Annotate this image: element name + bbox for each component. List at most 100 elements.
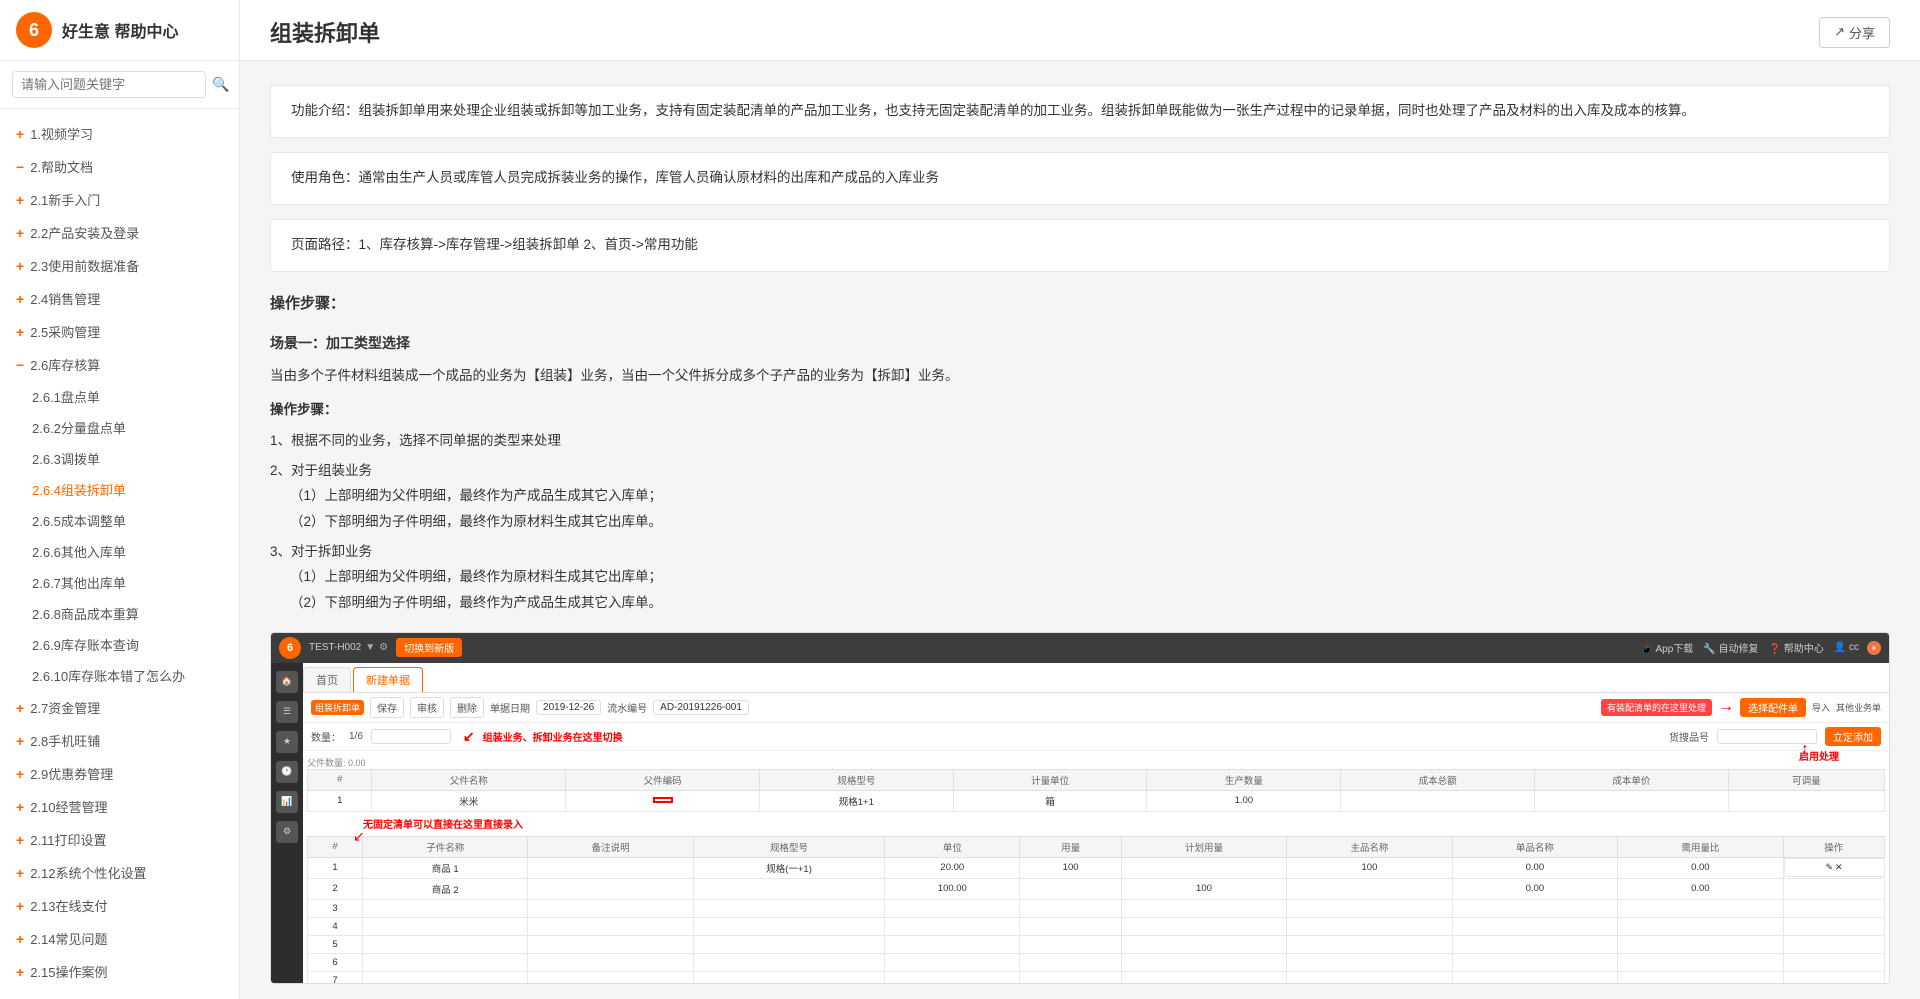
sidebar-item-pay[interactable]: +2.13在线支付 (0, 889, 239, 922)
sidebar-item-videos[interactable]: +1.视频学习 (0, 117, 239, 150)
mock-left-bar: 🏠 ☰ ★ 🕐 📊 ⚙ (271, 663, 303, 983)
sidebar-prefix-cases: + (16, 964, 24, 980)
sidebar-item-cases[interactable]: +2.15操作案例 (0, 955, 239, 988)
main-content: 功能介绍：组装拆卸单用来处理企业组装或拆卸等加工业务，支持有固定装配清单的产品加… (240, 61, 1920, 999)
mock-col-cost-total: 成本总额 (1341, 769, 1535, 790)
mock-upper-cell-cost-total (1341, 790, 1535, 811)
sidebar-item-split-count[interactable]: 2.6.2分量盘点单 (0, 412, 239, 443)
mock-lower-row-3: 3 (308, 899, 1885, 917)
mock-tab-new[interactable]: 新建单据 (353, 667, 423, 692)
mock-lcell-1-main: 100 (1287, 857, 1452, 878)
mock-lcol-sub: 单品名称 (1452, 836, 1617, 857)
mock-tabs: 首页 新建单据 (303, 663, 1889, 693)
sidebar-prefix-install: + (16, 225, 24, 241)
mock-close-btn[interactable]: × (1867, 641, 1881, 655)
mock-delete-icon[interactable]: ✕ (1835, 862, 1843, 873)
mock-extra-btn2[interactable]: 其他业务单 (1836, 701, 1881, 714)
step3: 3、对于拆卸业务 (270, 539, 1890, 565)
sidebar-item-other-in[interactable]: 2.6.6其他入库单 (0, 536, 239, 567)
sidebar-item-coupon[interactable]: +2.9优惠券管理 (0, 757, 239, 790)
mock-lcell-1-usage: 100 (1020, 857, 1121, 878)
sidebar-item-adjust[interactable]: 2.6.3调拨单 (0, 443, 239, 474)
mock-processing-badge: 有装配清单的在这里处理 (1601, 699, 1712, 716)
sidebar-item-other-out[interactable]: 2.6.7其他出库单 (0, 567, 239, 598)
sidebar-prefix-newbie: + (16, 192, 24, 208)
sidebar-item-finance[interactable]: +2.7资金管理 (0, 691, 239, 724)
sidebar-item-sales[interactable]: +2.4销售管理 (0, 282, 239, 315)
sidebar-item-cost-calc[interactable]: 2.6.8商品成本重算 (0, 598, 239, 629)
sidebar-item-stock-error[interactable]: 2.6.10库存账本错了怎么办 (0, 660, 239, 691)
mock-menu-icon[interactable]: ☰ (276, 701, 298, 723)
mock-settings-icon: ⚙ (379, 642, 388, 653)
mock-lcol-name: 子件名称 (363, 836, 528, 857)
sidebar-prefix-finance: + (16, 700, 24, 716)
mock-company: TEST-H002 ▼ ⚙ (309, 642, 388, 653)
intro-block: 功能介绍：组装拆卸单用来处理企业组装或拆卸等加工业务，支持有固定装配清单的产品加… (270, 85, 1890, 138)
sidebar-item-faq[interactable]: +2.14常见问题 (0, 922, 239, 955)
mock-highlighted-cell (653, 797, 673, 803)
sidebar-prefix-ops: + (16, 799, 24, 815)
mock-lower-row-7: 7 (308, 971, 1885, 983)
mock-chart-icon[interactable]: 📊 (276, 791, 298, 813)
sidebar-item-inventory[interactable]: −2.6库存核算 (0, 348, 239, 381)
sidebar-item-purchase[interactable]: +2.5采购管理 (0, 315, 239, 348)
mock-delete-btn[interactable]: 删除 (450, 697, 484, 718)
page-title: 组装拆卸单 (270, 16, 380, 48)
mock-upper-cell-name: 米米 (372, 790, 566, 811)
sidebar-item-docs[interactable]: −2.帮助文档 (0, 150, 239, 183)
mock-clock-icon[interactable]: 🕐 (276, 761, 298, 783)
mock-home-icon[interactable]: 🏠 (276, 671, 298, 693)
search-input[interactable] (12, 71, 206, 98)
mock-extra-btn1[interactable]: 导入 (1812, 701, 1830, 714)
main-area: 组装拆卸单 ↗ 分享 功能介绍：组装拆卸单用来处理企业组装或拆卸等加工业务，支持… (240, 0, 1920, 999)
mock-new-version-btn[interactable]: 切换到新版 (396, 638, 462, 657)
sidebar-item-install[interactable]: +2.2产品安装及登录 (0, 216, 239, 249)
mock-upper-cell-code (566, 790, 760, 811)
sidebar-item-custom[interactable]: +2.12系统个性化设置 (0, 856, 239, 889)
sidebar-prefix-faq: + (16, 931, 24, 947)
sidebar-item-cost-adjust[interactable]: 2.6.5成本调整单 (0, 505, 239, 536)
sidebar-item-stock-query[interactable]: 2.6.9库存账本查询 (0, 629, 239, 660)
sidebar-nav: +1.视频学习−2.帮助文档+2.1新手入门+2.2产品安装及登录+2.3使用前… (0, 109, 239, 999)
mock-confirm-btn[interactable]: 立定添加 (1825, 727, 1881, 746)
sidebar-prefix-prepare: + (16, 258, 24, 274)
sidebar-item-assembly[interactable]: 2.6.4组装拆卸单 (0, 474, 239, 505)
sidebar-label-sales: 2.4销售管理 (30, 289, 100, 308)
sidebar-item-newbie[interactable]: +2.1新手入门 (0, 183, 239, 216)
mock-choose-btn[interactable]: 选择配件单 (1740, 698, 1806, 717)
sidebar-item-print[interactable]: +2.11打印设置 (0, 823, 239, 856)
sidebar-prefix-docs: − (16, 159, 24, 175)
sidebar-item-ops[interactable]: +2.10经营管理 (0, 790, 239, 823)
mock-audit-btn[interactable]: 审核 (410, 697, 444, 718)
sidebar-item-mobile[interactable]: +2.8手机旺铺 (0, 724, 239, 757)
mock-search-input[interactable] (371, 729, 451, 744)
mock-col-qty: 生产数量 (1147, 769, 1341, 790)
mock-lcell-1-no: 1 (308, 857, 363, 878)
scene1-title: 场景一：加工类型选择 (270, 330, 1890, 357)
mock-icon-help: ❓ 帮助中心 (1769, 640, 1824, 655)
mock-lower-table: # 子件名称 备注说明 规格型号 单位 用量 计划用量 主品名称 单品名称 (307, 836, 1885, 983)
sidebar-item-prepare[interactable]: +2.3使用前数据准备 (0, 249, 239, 282)
step2: 2、对于组装业务 (270, 458, 1890, 484)
mock-tab-home[interactable]: 首页 (303, 667, 351, 692)
main-header: 组装拆卸单 ↗ 分享 (240, 0, 1920, 61)
search-button[interactable]: 🔍 (212, 76, 229, 93)
app-title: 好生意 帮助中心 (62, 18, 178, 42)
sidebar-label-newbie: 2.1新手入门 (30, 190, 100, 209)
mock-lcell-1-ratio: 0.00 (1618, 857, 1783, 878)
mock-date-value: 2019-12-26 (536, 700, 601, 715)
mock-dropdown-icon: ▼ (365, 642, 375, 653)
mock-search-label: 货搜品号 (1669, 729, 1709, 744)
sidebar-item-count[interactable]: 2.6.1盘点单 (0, 381, 239, 412)
mock-gear-icon[interactable]: ⚙ (276, 821, 298, 843)
mock-down-arrow: ↙ (353, 828, 365, 845)
sidebar-header: 6 好生意 帮助中心 (0, 0, 239, 61)
mock-save-btn[interactable]: 保存 (370, 697, 404, 718)
share-button[interactable]: ↗ 分享 (1819, 17, 1890, 48)
mock-upper-row-1: 1 米米 规格1+1 箱 1.00 (308, 790, 1885, 811)
step2-2: （2）下部明细为子件明细，最终作为原材料生成其它出库单。 (270, 509, 1890, 535)
mock-star-icon[interactable]: ★ (276, 731, 298, 753)
mock-edit-icon[interactable]: ✎ (1825, 862, 1833, 873)
mock-doc-type: 组装拆卸单 (311, 700, 364, 715)
mock-lcol-note: 备注说明 (528, 836, 693, 857)
